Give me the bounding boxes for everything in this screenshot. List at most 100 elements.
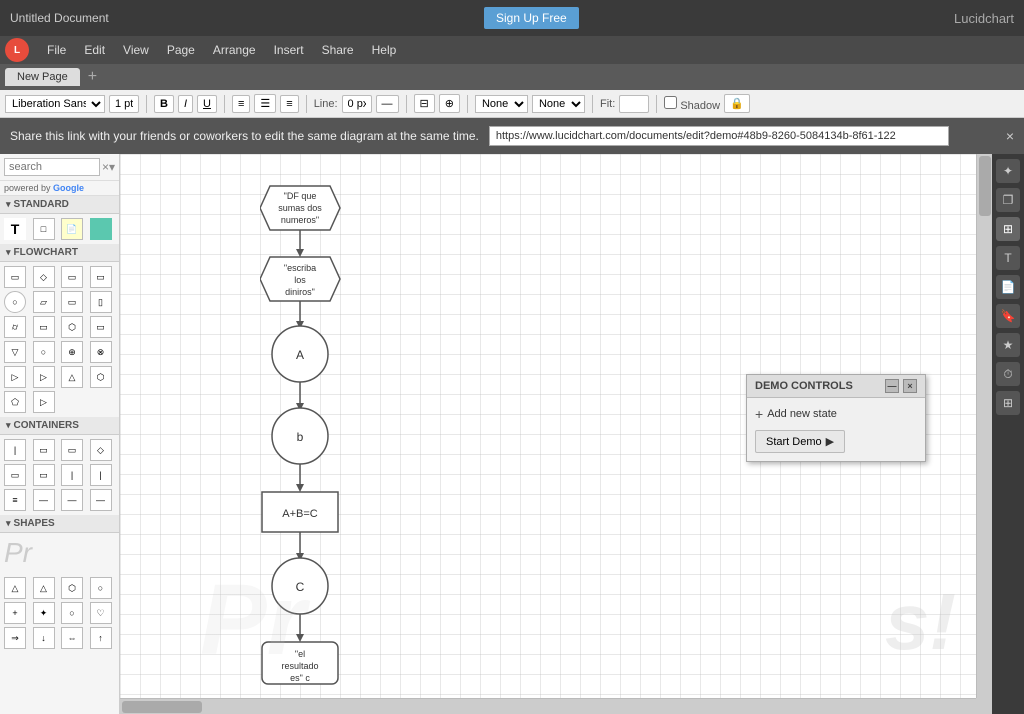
flow-s16[interactable]: ⬡ xyxy=(90,366,112,388)
flow-s2[interactable]: ▱ xyxy=(33,291,55,313)
menu-insert[interactable]: Insert xyxy=(266,40,312,60)
flow-s18[interactable]: ▷ xyxy=(33,391,55,413)
cont-s4[interactable]: ◇ xyxy=(90,439,112,461)
flow-s9[interactable]: ▽ xyxy=(4,341,26,363)
flow-s4[interactable]: ▯ xyxy=(90,291,112,313)
add-tab-button[interactable]: + xyxy=(88,68,97,86)
sh-s9[interactable]: ⇒ xyxy=(4,627,26,649)
menu-page[interactable]: Page xyxy=(159,40,203,60)
right-btn-doc[interactable]: 📄 xyxy=(996,275,1020,299)
search-clear-icon[interactable]: × xyxy=(102,160,109,174)
flow-s1[interactable]: ○ xyxy=(4,291,26,313)
stroke-select[interactable]: None xyxy=(532,95,585,113)
demo-minimize-button[interactable]: — xyxy=(885,379,899,393)
flow-s8[interactable]: ▭ xyxy=(90,316,112,338)
flow-rect3[interactable]: ▭ xyxy=(90,266,112,288)
zoom-in-button[interactable]: ⊕ xyxy=(439,94,460,113)
menu-share[interactable]: Share xyxy=(314,40,362,60)
right-btn-text[interactable]: T xyxy=(996,246,1020,270)
search-input[interactable] xyxy=(4,158,100,176)
flow-rect2[interactable]: ▭ xyxy=(61,266,83,288)
app-logo-icon[interactable]: L xyxy=(5,38,29,62)
canvas[interactable]: "DF que sumas dos numeros" "escriba los … xyxy=(120,154,976,698)
menu-file[interactable]: File xyxy=(39,40,74,60)
menu-arrange[interactable]: Arrange xyxy=(205,40,264,60)
flow-s11[interactable]: ⊕ xyxy=(61,341,83,363)
share-url-input[interactable] xyxy=(489,126,949,146)
flow-s3[interactable]: ▭ xyxy=(61,291,83,313)
flow-s5[interactable]: ⌭ xyxy=(4,316,26,338)
demo-close-button[interactable]: × xyxy=(903,379,917,393)
fit-input[interactable] xyxy=(619,95,649,113)
sh-s12[interactable]: ↑ xyxy=(90,627,112,649)
search-dropdown-icon[interactable]: ▾ xyxy=(109,160,115,174)
add-state-button[interactable]: + Add new state xyxy=(755,406,917,422)
align-right-button[interactable]: ≡ xyxy=(280,95,298,113)
menu-help[interactable]: Help xyxy=(364,40,405,60)
cont-s3[interactable]: ▭ xyxy=(61,439,83,461)
cont-s12[interactable]: — xyxy=(90,489,112,511)
cont-s2[interactable]: ▭ xyxy=(33,439,55,461)
shape-note[interactable]: 📄 xyxy=(61,218,83,240)
fill-select[interactable]: None xyxy=(475,95,528,113)
sh-s8[interactable]: ♡ xyxy=(90,602,112,624)
line-input[interactable] xyxy=(342,95,372,113)
cont-s9[interactable]: ≡ xyxy=(4,489,26,511)
cont-s1[interactable]: | xyxy=(4,439,26,461)
flow-s12[interactable]: ⊗ xyxy=(90,341,112,363)
font-size-input[interactable] xyxy=(109,95,139,113)
flow-s13[interactable]: ▷ xyxy=(4,366,26,388)
right-btn-star[interactable]: ★ xyxy=(996,333,1020,357)
section-flowchart[interactable]: FLOWCHART xyxy=(0,244,119,262)
section-shapes[interactable]: SHAPES xyxy=(0,515,119,533)
italic-button[interactable]: I xyxy=(178,95,193,113)
font-select[interactable]: Liberation Sans xyxy=(5,95,105,113)
menu-view[interactable]: View xyxy=(115,40,157,60)
cont-s7[interactable]: | xyxy=(61,464,83,486)
cont-s6[interactable]: ▭ xyxy=(33,464,55,486)
start-demo-button[interactable]: Start Demo ▶ xyxy=(755,430,845,453)
flow-s15[interactable]: △ xyxy=(61,366,83,388)
tab-new-page[interactable]: New Page xyxy=(5,68,80,86)
flow-s17[interactable]: ⬠ xyxy=(4,391,26,413)
flow-s10[interactable]: ○ xyxy=(33,341,55,363)
flow-s7[interactable]: ⬡ xyxy=(61,316,83,338)
cont-s10[interactable]: — xyxy=(33,489,55,511)
right-btn-grid[interactable]: ⊞ xyxy=(996,217,1020,241)
canvas-area[interactable]: "DF que sumas dos numeros" "escriba los … xyxy=(120,154,992,714)
section-standard[interactable]: STANDARD xyxy=(0,196,119,214)
align-center-button[interactable]: ☰ xyxy=(254,94,276,113)
sh-s10[interactable]: ↓ xyxy=(33,627,55,649)
sh-s4[interactable]: ○ xyxy=(90,577,112,599)
bold-button[interactable]: B xyxy=(154,95,174,113)
shape-rect-standard[interactable]: □ xyxy=(33,218,55,240)
share-close-button[interactable]: × xyxy=(1006,128,1014,144)
horizontal-scrollbar[interactable] xyxy=(120,698,976,714)
sh-s2[interactable]: △ xyxy=(33,577,55,599)
shape-text[interactable]: T xyxy=(4,218,26,240)
align-left-button[interactable]: ≡ xyxy=(232,95,250,113)
sh-s6[interactable]: ✦ xyxy=(33,602,55,624)
sh-s7[interactable]: ○ xyxy=(61,602,83,624)
sh-s5[interactable]: + xyxy=(4,602,26,624)
flow-rect[interactable]: ▭ xyxy=(4,266,26,288)
flow-s6[interactable]: ▭ xyxy=(33,316,55,338)
right-btn-sparkle[interactable]: ✦ xyxy=(996,159,1020,183)
section-containers[interactable]: CONTAINERS xyxy=(0,417,119,435)
cont-s11[interactable]: — xyxy=(61,489,83,511)
shape-color[interactable] xyxy=(90,218,112,240)
horizontal-scroll-thumb[interactable] xyxy=(122,701,202,713)
right-btn-clock[interactable]: ⏱ xyxy=(996,362,1020,386)
signup-button[interactable]: Sign Up Free xyxy=(484,7,579,29)
vertical-scroll-thumb[interactable] xyxy=(979,156,991,216)
sh-s3[interactable]: ⬡ xyxy=(61,577,83,599)
right-btn-apps[interactable]: ⊞ xyxy=(996,391,1020,415)
flow-s14[interactable]: ▷ xyxy=(33,366,55,388)
vertical-scrollbar[interactable] xyxy=(976,154,992,698)
flow-diamond[interactable]: ◇ xyxy=(33,266,55,288)
line-style-button[interactable]: — xyxy=(376,95,399,113)
underline-button[interactable]: U xyxy=(197,95,217,113)
cont-s5[interactable]: ▭ xyxy=(4,464,26,486)
menu-edit[interactable]: Edit xyxy=(76,40,113,60)
shadow-checkbox[interactable] xyxy=(664,96,677,109)
